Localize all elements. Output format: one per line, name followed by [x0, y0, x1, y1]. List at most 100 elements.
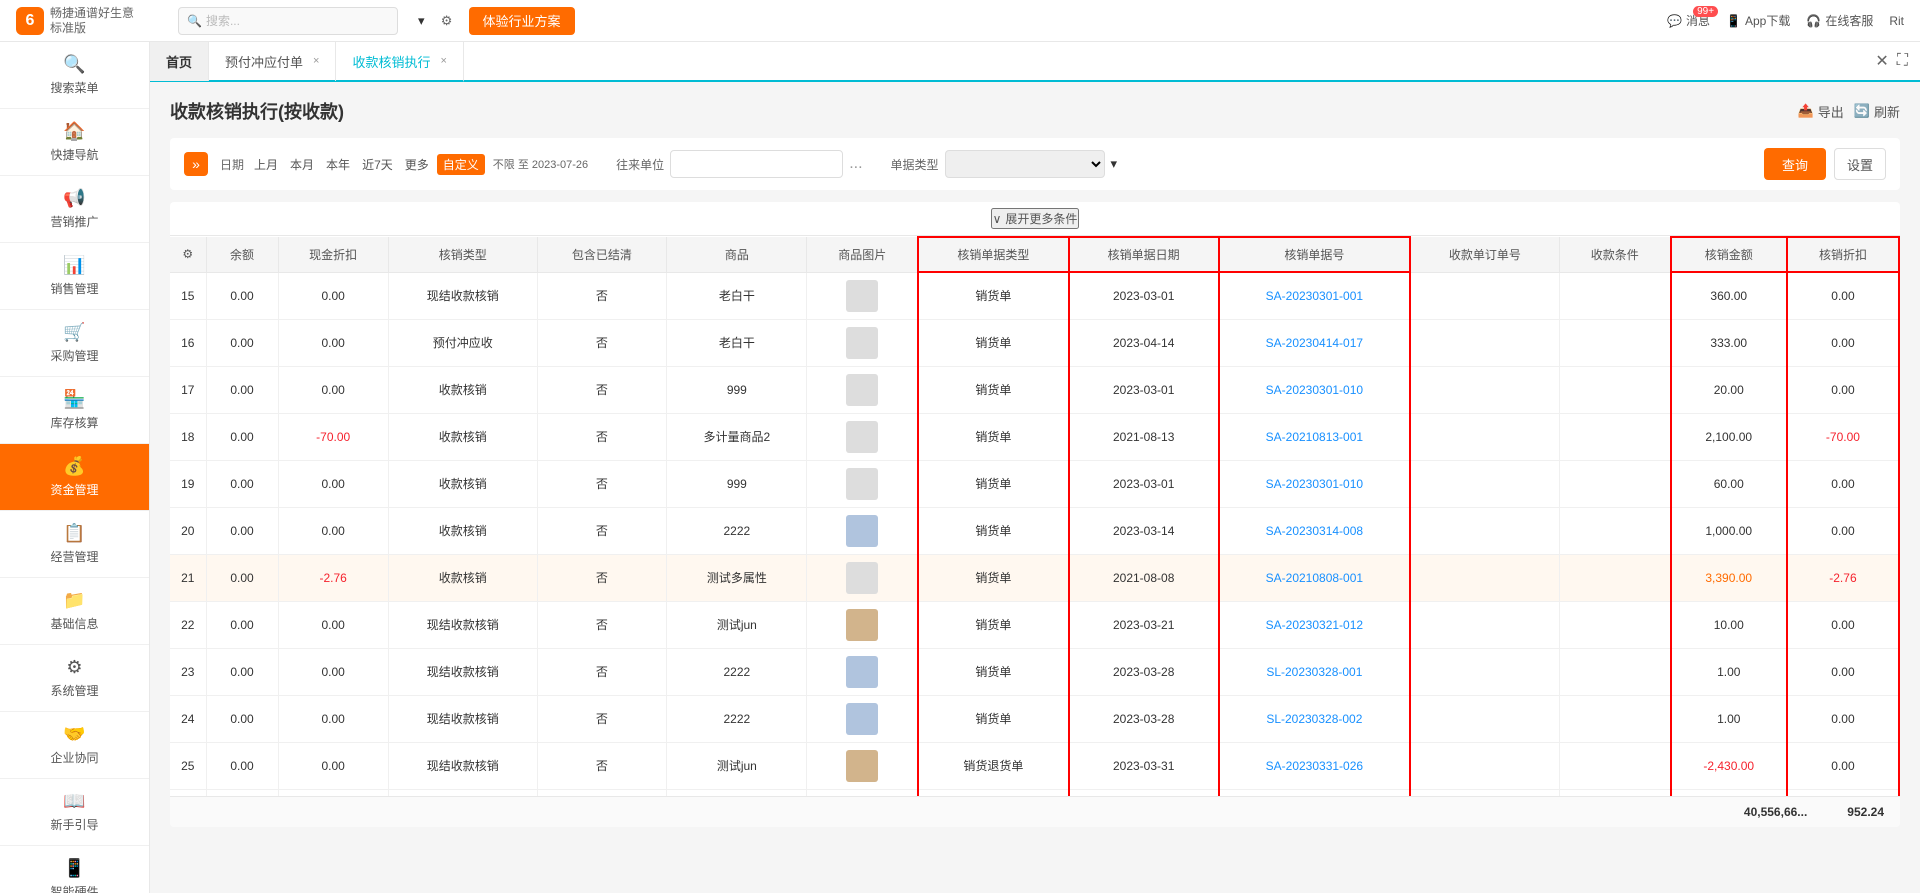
- th-doc-date: 核销单据日期: [1069, 237, 1219, 272]
- sidebar-item-basicinfo[interactable]: 📁 基础信息: [0, 578, 149, 645]
- td-cash-discount: -2.76: [278, 554, 388, 601]
- td-include-settled: 否: [537, 366, 667, 413]
- tab-close-verify[interactable]: ×: [440, 55, 446, 67]
- refresh-btn[interactable]: 🔄 刷新: [1854, 102, 1900, 121]
- td-doc-no[interactable]: SA-20230331-026: [1219, 742, 1410, 789]
- hardware-icon: 📱: [63, 858, 85, 879]
- date-opt-this-year[interactable]: 本年: [322, 154, 354, 175]
- td-doc-no[interactable]: SL-20230328-002: [1219, 695, 1410, 742]
- sidebar-item-sales[interactable]: 📊 销售管理: [0, 243, 149, 310]
- td-doc-type: 销货退货单: [918, 742, 1068, 789]
- close-window-icon[interactable]: ✕: [1875, 51, 1888, 71]
- td-goods-img: [807, 554, 918, 601]
- sidebar-item-guide[interactable]: 📖 新手引导: [0, 779, 149, 846]
- expand-more-btn[interactable]: ∨ 展开更多条件: [991, 208, 1080, 229]
- date-opt-more[interactable]: 更多: [401, 154, 433, 175]
- td-discount: 0.00: [1787, 272, 1899, 319]
- tab-verify[interactable]: 收款核销执行 ×: [336, 42, 463, 82]
- td-include-settled: 否: [537, 554, 667, 601]
- query-btn[interactable]: 查询: [1764, 148, 1826, 180]
- td-cash-discount: 0.00: [278, 601, 388, 648]
- td-doc-no[interactable]: SA-20230314-008: [1219, 507, 1410, 554]
- search-box[interactable]: 🔍 搜索...: [178, 7, 398, 35]
- doc-no-link[interactable]: SL-20230328-001: [1266, 665, 1362, 679]
- page-content: 收款核销执行(按收款) 📤 导出 🔄 刷新 » 日期: [150, 82, 1920, 893]
- td-cash-discount: 0.00: [278, 460, 388, 507]
- td-goods: 999: [667, 366, 807, 413]
- td-doc-no[interactable]: ABC-001: [1219, 789, 1410, 796]
- settings-icon[interactable]: ⚙: [437, 11, 457, 31]
- messages-action[interactable]: 💬 消息 99+: [1667, 12, 1710, 29]
- filter-party-dots[interactable]: ...: [849, 155, 862, 173]
- td-goods-img: [807, 695, 918, 742]
- table-scroll[interactable]: ⚙ 余额 现金折扣 核销类型 包含已结清 商品 商品图片 核销单据类型 核销单据…: [170, 236, 1900, 796]
- online-service-action[interactable]: 🎧 在线客服: [1806, 12, 1873, 29]
- td-doc-no[interactable]: SA-20230414-017: [1219, 319, 1410, 366]
- table-header-row: ⚙ 余额 现金折扣 核销类型 包含已结清 商品 商品图片 核销单据类型 核销单据…: [170, 237, 1899, 272]
- app-download-action[interactable]: 📱 App下载: [1726, 12, 1790, 29]
- basicinfo-icon: 📁: [63, 590, 85, 611]
- td-doc-no[interactable]: SA-20210808-001: [1219, 554, 1410, 601]
- td-doc-no[interactable]: SA-20230301-010: [1219, 366, 1410, 413]
- sidebar-item-management[interactable]: 📋 经营管理: [0, 511, 149, 578]
- chevron-down-icon[interactable]: ▾: [418, 13, 425, 29]
- user-display[interactable]: Rit: [1889, 14, 1904, 28]
- doc-no-link[interactable]: SA-20230301-001: [1266, 289, 1363, 303]
- sidebar-item-system[interactable]: ⚙ 系统管理: [0, 645, 149, 712]
- sidebar-item-nav[interactable]: 🏠 快捷导航: [0, 109, 149, 176]
- tab-prepaid[interactable]: 预付冲应付单 ×: [209, 42, 336, 81]
- trial-btn[interactable]: 体验行业方案: [469, 7, 575, 35]
- filter-doctype-select[interactable]: [945, 150, 1105, 178]
- table-area: ∨ 展开更多条件 ⚙ 余额 现金折扣 核销类型 包含已结清: [170, 202, 1900, 827]
- doc-no-link[interactable]: SA-20230414-017: [1266, 336, 1363, 350]
- table-row: 26 0.00 0.00 预收款核销 否 123D商品 销货单 2022-04-…: [170, 789, 1899, 796]
- goods-image: [846, 280, 878, 312]
- sidebar-item-finance[interactable]: 💰 资金管理: [0, 444, 149, 511]
- sidebar-item-search[interactable]: 🔍 搜索菜单: [0, 42, 149, 109]
- marketing-icon: 📢: [63, 188, 85, 209]
- sidebar-item-enterprise[interactable]: 🤝 企业协同: [0, 712, 149, 779]
- maximize-icon[interactable]: ⛶: [1897, 52, 1908, 70]
- date-opt-custom[interactable]: 自定义: [437, 154, 485, 175]
- td-goods: 123D商品: [667, 789, 807, 796]
- doc-no-link[interactable]: SL-20230328-002: [1266, 712, 1362, 726]
- doc-no-link[interactable]: SA-20230301-010: [1266, 477, 1363, 491]
- tab-close-prepaid[interactable]: ×: [313, 55, 319, 67]
- doc-no-link[interactable]: SA-20230314-008: [1266, 524, 1363, 538]
- td-doc-no[interactable]: SA-20230301-010: [1219, 460, 1410, 507]
- select-dropdown-icon: ▾: [1111, 156, 1118, 172]
- sidebar-item-hardware[interactable]: 📱 智能硬件: [0, 846, 149, 893]
- expand-icon: ∨: [993, 212, 1002, 226]
- page-actions: 📤 导出 🔄 刷新: [1798, 102, 1900, 121]
- sidebar-item-marketing[interactable]: 📢 营销推广: [0, 176, 149, 243]
- td-doc-no[interactable]: SL-20230328-001: [1219, 648, 1410, 695]
- td-doc-no[interactable]: SA-20210813-001: [1219, 413, 1410, 460]
- footer-amount-value: 40,556,66...: [1744, 805, 1807, 819]
- export-btn[interactable]: 📤 导出: [1798, 102, 1844, 121]
- td-discount: 0.00: [1787, 507, 1899, 554]
- doc-no-link[interactable]: SA-20210813-001: [1266, 430, 1363, 444]
- td-doc-no[interactable]: SA-20230301-001: [1219, 272, 1410, 319]
- tab-home[interactable]: 首页: [150, 42, 209, 81]
- goods-image: [846, 750, 878, 782]
- filter-party-input[interactable]: [670, 150, 843, 178]
- td-verify-type: 收款核销: [388, 507, 537, 554]
- filter-settings-btn[interactable]: 设置: [1834, 148, 1886, 180]
- td-payment-cond: [1559, 413, 1670, 460]
- sidebar-item-purchase[interactable]: 🛒 采购管理: [0, 310, 149, 377]
- date-opt-last-month[interactable]: 上月: [250, 154, 282, 175]
- td-doc-no[interactable]: SA-20230321-012: [1219, 601, 1410, 648]
- td-id: 17: [170, 366, 206, 413]
- doc-no-link[interactable]: SA-20230321-012: [1266, 618, 1363, 632]
- doc-no-link[interactable]: SA-20230301-010: [1266, 383, 1363, 397]
- th-settings[interactable]: ⚙: [170, 237, 206, 272]
- sidebar-item-inventory[interactable]: 🏪 库存核算: [0, 377, 149, 444]
- sales-icon: 📊: [63, 255, 85, 276]
- doc-no-link[interactable]: SA-20210808-001: [1266, 571, 1363, 585]
- date-opt-7days[interactable]: 近7天: [358, 154, 397, 175]
- doc-no-link[interactable]: SA-20230331-026: [1266, 759, 1363, 773]
- th-balance: 余额: [206, 237, 278, 272]
- td-goods-img: [807, 460, 918, 507]
- date-opt-this-month[interactable]: 本月: [286, 154, 318, 175]
- filter-collapse-btn[interactable]: »: [184, 152, 208, 176]
